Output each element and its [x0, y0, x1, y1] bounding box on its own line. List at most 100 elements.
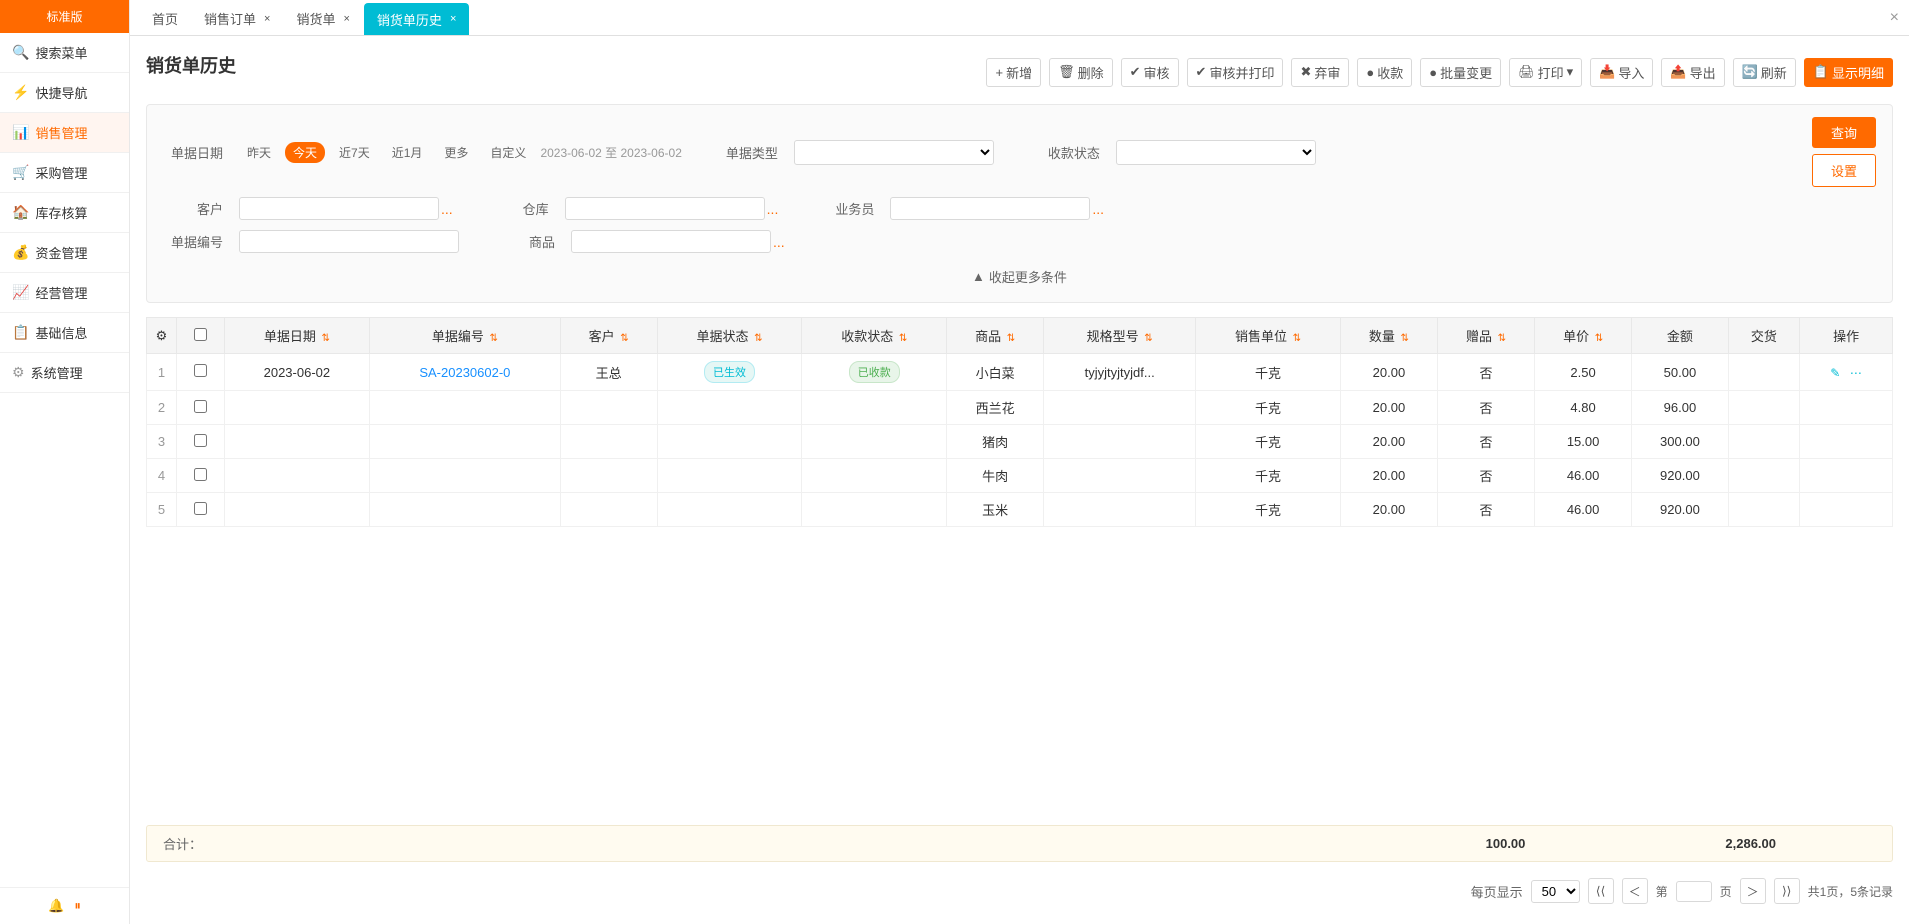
- date-more[interactable]: 更多: [436, 142, 476, 163]
- refresh-button[interactable]: 🔄 刷新: [1733, 58, 1796, 87]
- abandon-button[interactable]: ✖ 弃审: [1291, 58, 1349, 87]
- col-doc-status[interactable]: 单据状态 ⇅: [657, 318, 802, 354]
- tab-sales-order-close[interactable]: ×: [264, 13, 270, 25]
- row-checkbox[interactable]: [177, 391, 225, 425]
- col-spec[interactable]: 规格型号 ⇅: [1044, 318, 1196, 354]
- row-select-checkbox[interactable]: [194, 400, 207, 413]
- row-gift: 否: [1437, 493, 1534, 527]
- summary-label: 合计：: [163, 834, 202, 853]
- batch-change-button[interactable]: ● 批量变更: [1420, 58, 1501, 87]
- abandon-icon: ✖: [1300, 64, 1311, 80]
- notification-icon[interactable]: 🔔: [48, 898, 64, 914]
- show-detail-button[interactable]: 📋 显示明细: [1804, 58, 1893, 87]
- date-yesterday[interactable]: 昨天: [239, 142, 279, 163]
- date-custom[interactable]: 自定义: [482, 142, 534, 163]
- goods-input[interactable]: [571, 230, 771, 253]
- row-select-checkbox[interactable]: [194, 468, 207, 481]
- row-customer: 王总: [560, 354, 657, 391]
- staff-ellipsis[interactable]: ...: [1092, 201, 1104, 217]
- delete-button[interactable]: 🗑 删除: [1049, 58, 1113, 87]
- set-button[interactable]: 设置: [1812, 154, 1876, 187]
- sidebar-item-system-mgmt[interactable]: ⚙ 系统管理: [0, 353, 129, 393]
- date-today[interactable]: 今天: [285, 142, 325, 163]
- edit-button[interactable]: ✎: [1827, 366, 1843, 380]
- sidebar-item-quick-nav[interactable]: ⚡ 快捷导航: [0, 73, 129, 113]
- row-pay-status: [802, 493, 947, 527]
- row-checkbox[interactable]: [177, 459, 225, 493]
- sidebar-item-sales-mgmt[interactable]: 📊 销售管理: [0, 113, 129, 153]
- row-doc-no[interactable]: SA-20230602-0: [370, 354, 561, 391]
- row-deliver: [1728, 459, 1799, 493]
- first-page-button[interactable]: ⟨⟨: [1588, 878, 1614, 904]
- delete-icon: 🗑: [1058, 64, 1075, 80]
- col-doc-date[interactable]: 单据日期 ⇅: [224, 318, 370, 354]
- sidebar-item-ops-mgmt[interactable]: 📈 经营管理: [0, 273, 129, 313]
- close-all-tabs[interactable]: ×: [1890, 9, 1899, 27]
- sort-customer-icon: ⇅: [620, 333, 628, 344]
- goods-ellipsis[interactable]: ...: [773, 234, 785, 250]
- sidebar-item-search-menu[interactable]: 🔍 搜索菜单: [0, 33, 129, 73]
- import-button[interactable]: 📥 导入: [1590, 58, 1653, 87]
- tab-sales-order[interactable]: 销售订单 ×: [192, 3, 282, 34]
- row-doc-no[interactable]: [370, 391, 561, 425]
- warehouse-input[interactable]: [565, 197, 765, 220]
- warehouse-ellipsis[interactable]: ...: [767, 201, 779, 217]
- row-doc-no[interactable]: [370, 459, 561, 493]
- collect-button[interactable]: ● 收款: [1357, 58, 1412, 87]
- date-1month[interactable]: 近1月: [384, 142, 431, 163]
- date-7days[interactable]: 近7天: [331, 142, 378, 163]
- select-all-checkbox[interactable]: [194, 328, 207, 341]
- customer-ellipsis[interactable]: ...: [441, 201, 453, 217]
- col-qty[interactable]: 数量 ⇅: [1340, 318, 1437, 354]
- col-goods[interactable]: 商品 ⇅: [947, 318, 1044, 354]
- export-button[interactable]: 📤 导出: [1661, 58, 1724, 87]
- col-checkbox[interactable]: [177, 318, 225, 354]
- pause-icon[interactable]: ⏸: [74, 898, 81, 914]
- col-unit[interactable]: 销售单位 ⇅: [1196, 318, 1341, 354]
- sidebar-item-basic-info[interactable]: 📋 基础信息: [0, 313, 129, 353]
- more-button[interactable]: ⋯: [1847, 366, 1865, 380]
- next-page-button[interactable]: ＞: [1740, 878, 1766, 904]
- collapse-button[interactable]: ▲ 收起更多条件: [964, 263, 1075, 290]
- row-checkbox[interactable]: [177, 354, 225, 391]
- customer-input[interactable]: [239, 197, 439, 220]
- row-select-checkbox[interactable]: [194, 502, 207, 515]
- tab-sales-goods-close[interactable]: ×: [343, 13, 349, 25]
- doc-type-select[interactable]: [794, 140, 994, 165]
- row-doc-no[interactable]: [370, 493, 561, 527]
- col-settings[interactable]: ⚙: [147, 318, 177, 354]
- col-gift[interactable]: 赠品 ⇅: [1437, 318, 1534, 354]
- last-page-button[interactable]: ⟩⟩: [1774, 878, 1800, 904]
- new-button[interactable]: + 新增: [986, 58, 1041, 87]
- col-doc-no[interactable]: 单据编号 ⇅: [370, 318, 561, 354]
- row-doc-no[interactable]: [370, 425, 561, 459]
- audit-print-button[interactable]: ✔ 审核并打印: [1187, 58, 1284, 87]
- per-page-select[interactable]: 50: [1531, 880, 1580, 903]
- sidebar-item-finance-mgmt[interactable]: 💰 资金管理: [0, 233, 129, 273]
- col-pay-status[interactable]: 收款状态 ⇅: [802, 318, 947, 354]
- prev-page-button[interactable]: ＜: [1622, 878, 1648, 904]
- staff-input[interactable]: [890, 197, 1090, 220]
- row-checkbox[interactable]: [177, 425, 225, 459]
- doc-no-input[interactable]: [239, 230, 459, 253]
- col-price[interactable]: 单价 ⇅: [1535, 318, 1632, 354]
- sidebar-item-purchase-mgmt[interactable]: 🛒 采购管理: [0, 153, 129, 193]
- row-checkbox[interactable]: [177, 493, 225, 527]
- query-button[interactable]: 查询: [1812, 117, 1876, 148]
- summary-row: 合计： 100.00 2,286.00: [146, 825, 1893, 862]
- row-select-checkbox[interactable]: [194, 434, 207, 447]
- sidebar-item-label: 销售管理: [35, 123, 87, 142]
- row-select-checkbox[interactable]: [194, 364, 207, 377]
- sidebar-item-inventory[interactable]: 🏠 库存核算: [0, 193, 129, 233]
- sidebar-brand[interactable]: 标准版: [0, 0, 129, 33]
- tab-sales-history[interactable]: 销货单历史 ×: [364, 3, 469, 35]
- col-action: 操作: [1800, 318, 1893, 354]
- pay-status-select[interactable]: [1116, 140, 1316, 165]
- tab-sales-goods[interactable]: 销货单 ×: [284, 3, 361, 34]
- tab-home[interactable]: 首页: [140, 3, 190, 34]
- col-customer[interactable]: 客户 ⇅: [560, 318, 657, 354]
- page-number-input[interactable]: 1: [1676, 881, 1712, 902]
- tab-sales-history-close[interactable]: ×: [450, 13, 456, 25]
- print-button[interactable]: 🖨 打印 ▾: [1509, 58, 1582, 87]
- audit-button[interactable]: ✔ 审核: [1121, 58, 1179, 87]
